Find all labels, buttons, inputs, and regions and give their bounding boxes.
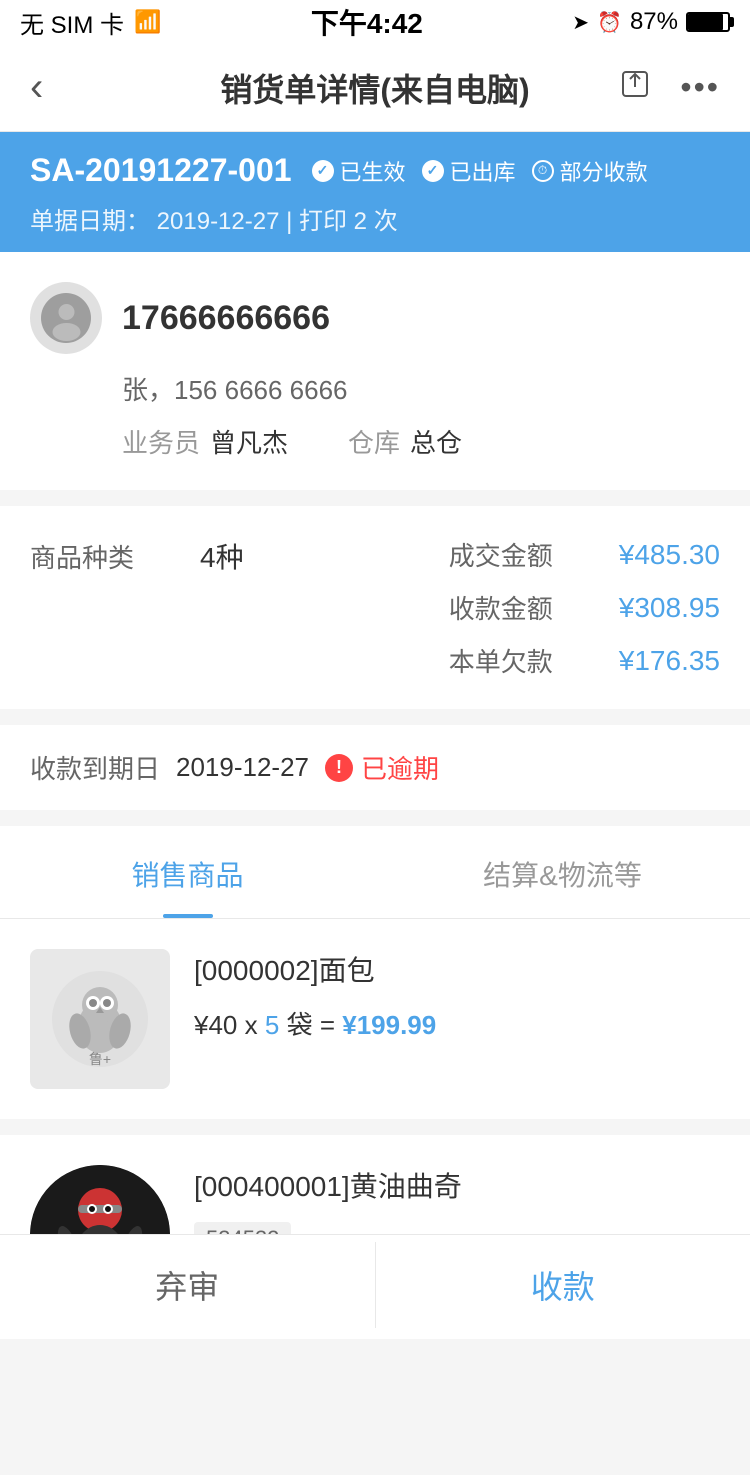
- avatar-icon: [41, 293, 91, 343]
- bottom-bar: 弃审 收款: [0, 1234, 750, 1334]
- received-amount-label: 收款金额: [449, 589, 609, 626]
- customer-id: 17666666666: [122, 299, 330, 338]
- order-print-info: | 打印 2 次: [286, 208, 398, 235]
- overdue-text: 已逾期: [361, 749, 439, 786]
- product-price-1: ¥40 x 5 袋 = ¥199.99: [194, 1005, 720, 1042]
- deal-amount-stat: 成交金额 ¥485.30: [449, 536, 720, 573]
- salesperson-meta: 业务员 曾凡杰: [122, 423, 288, 460]
- product-thumb-1: 鲁+: [30, 949, 170, 1089]
- order-id: SA-20191227-001: [30, 152, 292, 189]
- warehouse-label: 仓库: [348, 423, 400, 460]
- deal-amount-value: ¥485.30: [619, 539, 720, 571]
- more-icon[interactable]: •••: [680, 69, 720, 106]
- product-qty-1: 5: [265, 1010, 279, 1040]
- badge-effective: ✓ 已生效: [312, 155, 406, 187]
- order-header: SA-20191227-001 ✓ 已生效 ✓ 已出库 ⏱ 部分收款 单据日期：…: [0, 132, 750, 252]
- alarm-icon: ⏰: [597, 10, 622, 35]
- product-name-1: [0000002]面包: [194, 949, 720, 989]
- warehouse-value: 总仓: [410, 423, 462, 460]
- product-info-1: [0000002]面包 ¥40 x 5 袋 = ¥199.99: [194, 949, 720, 1042]
- page-title: 销货单详情(来自电脑): [220, 65, 529, 111]
- clock-icon: ⏱: [532, 160, 554, 182]
- stats-row: 商品种类 4种 成交金额 ¥485.30 收款金额 ¥308.95 本单欠款 ¥…: [30, 536, 720, 679]
- status-right: ➤ ⏰ 87%: [572, 8, 730, 36]
- status-bar: 无 SIM 卡 📶 下午4:42 ➤ ⏰ 87%: [0, 0, 750, 44]
- carrier-text: 无 SIM 卡: [20, 5, 124, 40]
- received-amount-stat: 收款金额 ¥308.95: [449, 589, 720, 626]
- customer-detail: 张，156 6666 6666: [30, 370, 720, 407]
- salesperson-label: 业务员: [122, 423, 200, 460]
- receive-payment-button[interactable]: 收款: [376, 1242, 750, 1328]
- nav-bar: ‹ 销货单详情(来自电脑) •••: [0, 44, 750, 132]
- order-date-label: 单据日期：: [30, 208, 150, 235]
- owed-amount-stat: 本单欠款 ¥176.35: [449, 642, 720, 679]
- product-list: 鲁+ [0000002]面包 ¥40 x 5 袋 = ¥199.99: [0, 919, 750, 1475]
- battery-indicator: [686, 12, 730, 32]
- order-badges: ✓ 已生效 ✓ 已出库 ⏱ 部分收款: [312, 155, 648, 187]
- customer-meta: 业务员 曾凡杰 仓库 总仓: [30, 423, 720, 460]
- overdue-icon: !: [325, 754, 353, 782]
- cancel-review-button[interactable]: 弃审: [0, 1242, 376, 1328]
- check-icon-2: ✓: [422, 160, 444, 182]
- product-types-value: 4种: [200, 536, 244, 576]
- product-total-1: ¥199.99: [342, 1010, 436, 1040]
- product-name-2: [000400001]黄油曲奇: [194, 1165, 720, 1205]
- deal-amount-label: 成交金额: [449, 536, 609, 573]
- tab-sales-products[interactable]: 销售商品: [0, 826, 375, 918]
- due-date-section: 收款到期日 2019-12-27 ! 已逾期: [0, 725, 750, 810]
- nav-actions: •••: [620, 69, 720, 106]
- wifi-icon: 📶: [134, 9, 161, 35]
- due-date-value: 2019-12-27: [176, 752, 309, 783]
- product-types-stat: 商品种类 4种: [30, 536, 244, 576]
- tab-settlement-logistics[interactable]: 结算&物流等: [375, 826, 750, 918]
- battery-percent: 87%: [630, 8, 678, 36]
- share-icon[interactable]: [620, 69, 650, 106]
- stats-left: 商品种类 4种: [30, 536, 244, 576]
- customer-row: 17666666666: [30, 282, 720, 354]
- svg-text:鲁+: 鲁+: [89, 1051, 111, 1067]
- order-date-value: 2019-12-27: [157, 208, 280, 235]
- overdue-badge: ! 已逾期: [325, 749, 439, 786]
- owed-amount-label: 本单欠款: [449, 642, 609, 679]
- status-left: 无 SIM 卡 📶: [20, 5, 161, 40]
- customer-section: 17666666666 张，156 6666 6666 业务员 曾凡杰 仓库 总…: [0, 252, 750, 490]
- status-time: 下午4:42: [311, 2, 423, 42]
- order-date-row: 单据日期： 2019-12-27 | 打印 2 次: [30, 201, 720, 236]
- check-icon-1: ✓: [312, 160, 334, 182]
- received-amount-value: ¥308.95: [619, 592, 720, 624]
- owed-amount-value: ¥176.35: [619, 645, 720, 677]
- product-types-label: 商品种类: [30, 538, 190, 575]
- back-button[interactable]: ‹: [20, 55, 53, 120]
- location-icon: ➤: [572, 10, 589, 35]
- due-date-label: 收款到期日: [30, 749, 160, 786]
- stats-right: 成交金额 ¥485.30 收款金额 ¥308.95 本单欠款 ¥176.35: [449, 536, 720, 679]
- stats-section: 商品种类 4种 成交金额 ¥485.30 收款金额 ¥308.95 本单欠款 ¥…: [0, 506, 750, 709]
- product-item: 鲁+ [0000002]面包 ¥40 x 5 袋 = ¥199.99: [0, 919, 750, 1119]
- tabs-section: 销售商品 结算&物流等: [0, 826, 750, 919]
- badge-shipped: ✓ 已出库: [422, 155, 516, 187]
- salesperson-value: 曾凡杰: [210, 423, 288, 460]
- avatar: [30, 282, 102, 354]
- badge-partial-payment: ⏱ 部分收款: [532, 155, 648, 187]
- warehouse-meta: 仓库 总仓: [348, 423, 462, 460]
